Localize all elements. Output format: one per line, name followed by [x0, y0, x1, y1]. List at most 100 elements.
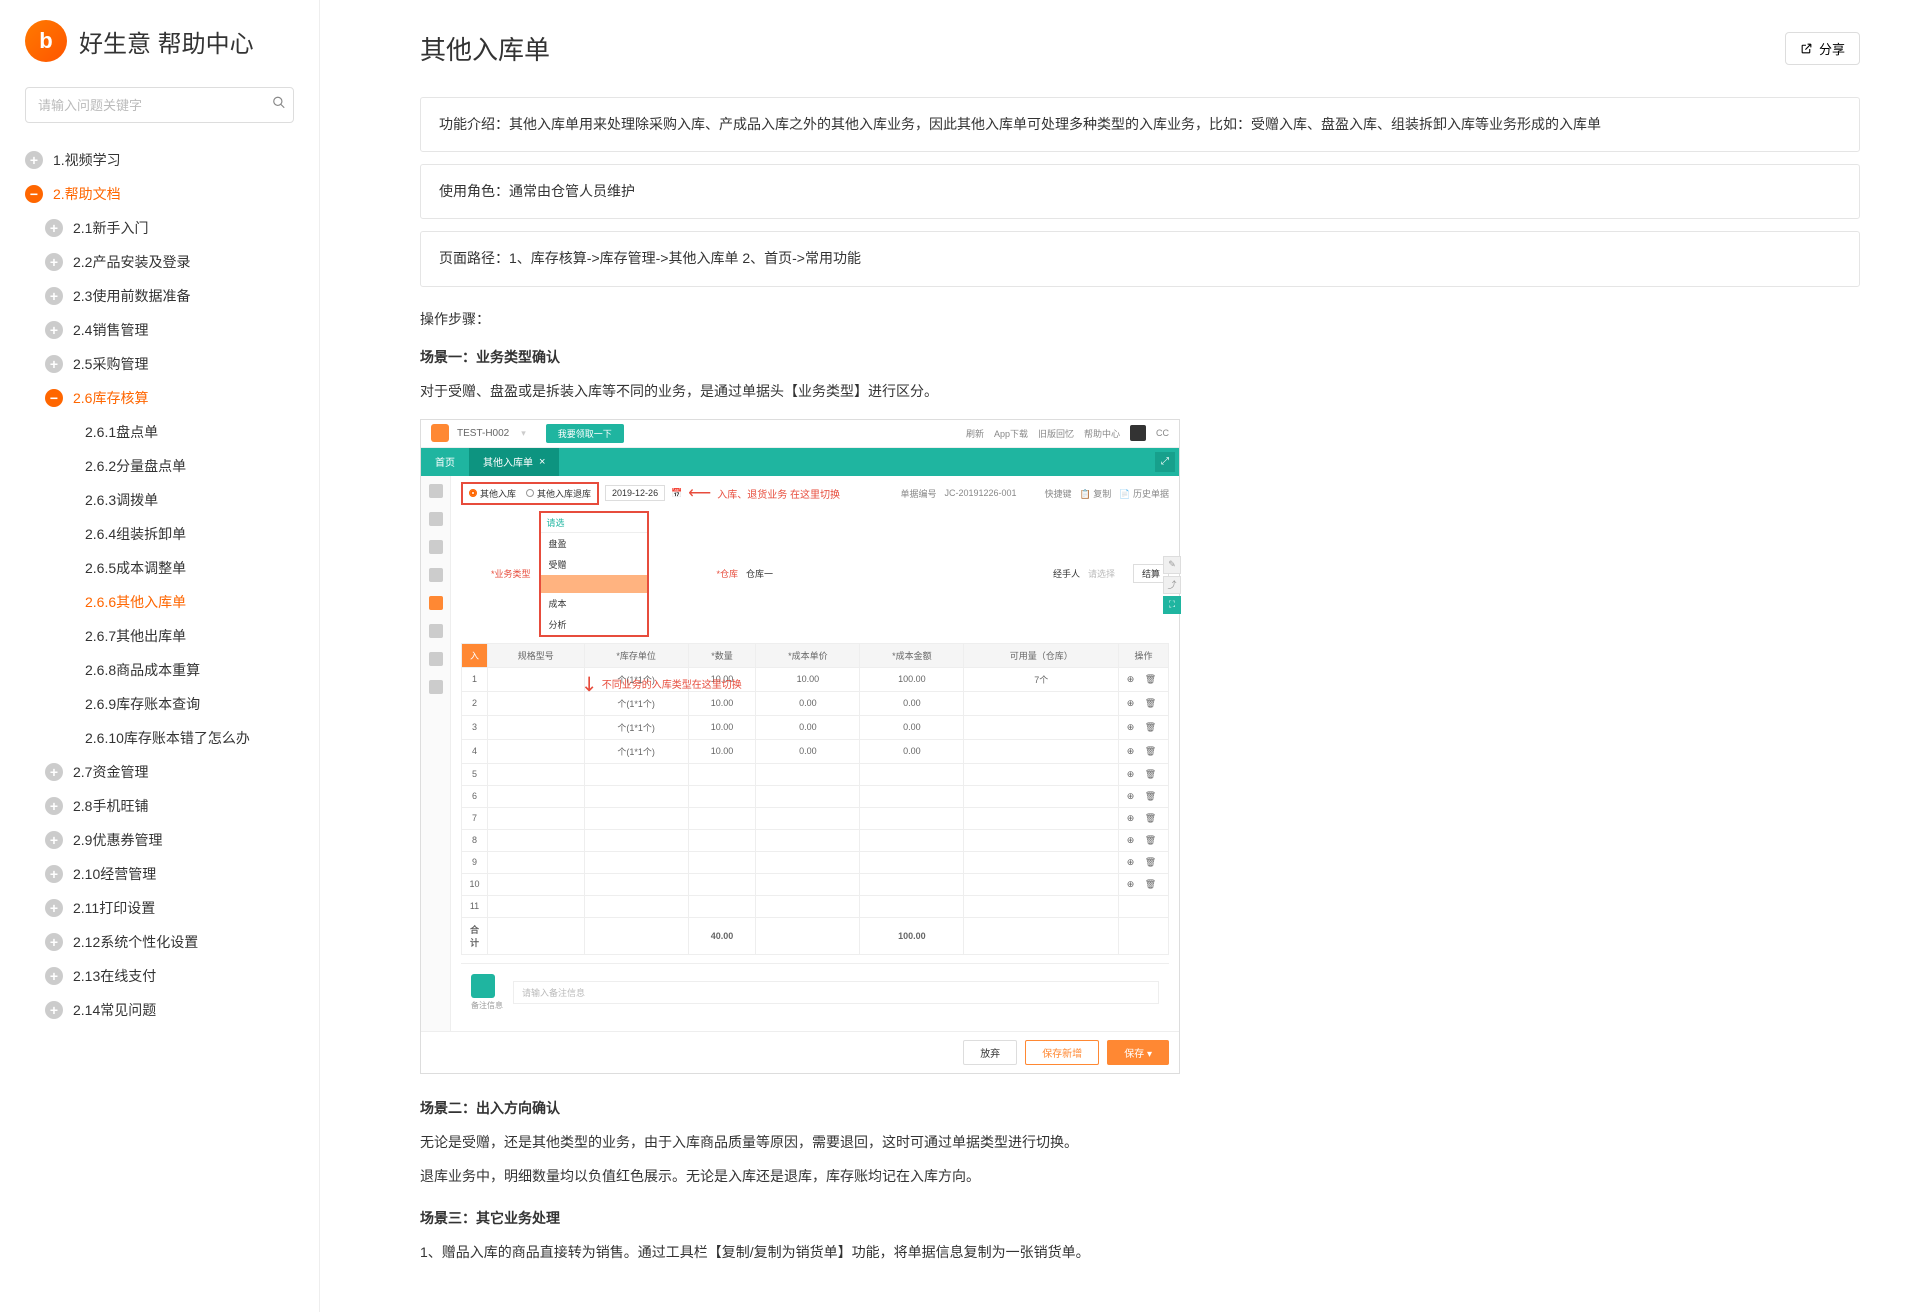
ss-help: 帮助中心 [1084, 427, 1120, 440]
nav-2-11[interactable]: 2.11打印设置 [25, 891, 294, 925]
nav-2-6[interactable]: 2.6库存核算 [25, 381, 294, 415]
ss-nav-icon [429, 512, 443, 526]
ss-nav-icon [429, 540, 443, 554]
ss-nav-icon [429, 568, 443, 582]
side-icon: ⤴ [1163, 576, 1181, 594]
nav-label: 2.10经营管理 [73, 864, 156, 884]
btn-save: 保存 ▾ [1107, 1040, 1169, 1065]
remark-icon-wrap: 备注信息 [471, 974, 503, 1011]
ss-account: TEST-H002 [457, 428, 509, 439]
ss-docno: JC-20191226-001 [944, 488, 1016, 498]
nav-label: 2.帮助文档 [53, 184, 121, 204]
nav-2-6-5[interactable]: 2.6.5成本调整单 [25, 551, 294, 585]
nav-video[interactable]: 1.视频学习 [25, 143, 294, 177]
path-box: 页面路径：1、库存核算->库存管理->其他入库单 2、首页->常用功能 [420, 231, 1860, 286]
nav-2-6-9[interactable]: 2.6.9库存账本查询 [25, 687, 294, 721]
plus-icon [45, 219, 63, 237]
nav-2-6-4[interactable]: 2.6.4组装拆卸单 [25, 517, 294, 551]
nav-label: 2.6.9库存账本查询 [85, 694, 200, 714]
plus-icon [45, 355, 63, 373]
ss-remark: 备注信息 请输入备注信息 [461, 963, 1169, 1021]
table-row: 5⊕ 🗑 [462, 763, 1169, 785]
nav-2-6-7[interactable]: 2.6.7其他出库单 [25, 619, 294, 653]
ss-nav-icon-active [429, 596, 443, 610]
avatar-icon [1130, 425, 1146, 441]
intro-text: 其他入库单用来处理除采购入库、产成品入库之外的其他入库业务，因此其他入库单可处理… [509, 116, 1601, 132]
th-amt: *成本金额 [860, 643, 964, 667]
radio-on-icon [469, 489, 477, 497]
nav-label: 2.14常见问题 [73, 1000, 156, 1020]
nav-2-2[interactable]: 2.2产品安装及登录 [25, 245, 294, 279]
ss-tab-active: 其他入库单× [469, 448, 559, 476]
nav-2-3[interactable]: 2.3使用前数据准备 [25, 279, 294, 313]
page-header: 其他入库单 分享 [420, 30, 1860, 67]
page-title: 其他入库单 [420, 30, 550, 67]
ss-download: App下载 [994, 427, 1028, 440]
table-row: 1个(1*1个)10.0010.00100.007个⊕ 🗑 [462, 667, 1169, 691]
ss-content: 其他入库 其他入库退库 2019-12-26 📅 ⟵ 入库、退货业务 在这里切换… [451, 476, 1179, 1031]
table-row: 6⊕ 🗑 [462, 785, 1169, 807]
ss-oldver: 旧版回忆 [1038, 427, 1074, 440]
ss-radio-group: 其他入库 其他入库退库 [461, 482, 599, 505]
ss-body: 其他入库 其他入库退库 2019-12-26 📅 ⟵ 入库、退货业务 在这里切换… [421, 476, 1179, 1031]
nav-2-6-3[interactable]: 2.6.3调拨单 [25, 483, 294, 517]
th-qty: *数量 [688, 643, 756, 667]
ss-history: 📄 历史单据 [1119, 487, 1169, 500]
row-ops: ⊕ 🗑 [1119, 739, 1169, 763]
nav-label: 2.8手机旺铺 [73, 796, 148, 816]
ss-dropdown-wrap: 请选 盘盈 受赠 成本 分析 [539, 511, 649, 637]
nav-label: 2.12系统个性化设置 [73, 932, 198, 952]
ss-top-right: 刷新 App下载 旧版回忆 帮助中心 CC [966, 425, 1169, 441]
ss-anno2-wrap: ↘ 不同业务的入库类型在这里切换 [581, 671, 742, 696]
search-button[interactable] [272, 96, 286, 115]
ss-nav-icon [429, 624, 443, 638]
logo-icon: b [25, 20, 67, 62]
remark-label: 备注信息 [471, 1000, 503, 1011]
nav-2-6-10[interactable]: 2.6.10库存账本错了怎么办 [25, 721, 294, 755]
nav-2-1[interactable]: 2.1新手入门 [25, 211, 294, 245]
nav-label: 2.11打印设置 [73, 898, 155, 918]
nav-2-5[interactable]: 2.5采购管理 [25, 347, 294, 381]
th-stock: 可用量（仓库） [964, 643, 1119, 667]
scene2-title: 场景二：出入方向确认 [420, 1098, 1860, 1118]
search-input[interactable] [25, 87, 294, 123]
row-ops: ⊕ 🗑 [1119, 873, 1169, 895]
scene1-text: 对于受赠、盘盈或是拆装入库等不同的业务，是通过单据头【业务类型】进行区分。 [420, 377, 1860, 405]
nav-2-9[interactable]: 2.9优惠券管理 [25, 823, 294, 857]
nav-label: 2.6.2分量盘点单 [85, 456, 186, 476]
ss-copy: 📋 复制 [1080, 487, 1112, 500]
role-text: 通常由仓管人员维护 [509, 183, 635, 199]
ss-left-nav [421, 476, 451, 1031]
ss-sup-val: 请选择 [1088, 567, 1115, 580]
nav-2-14[interactable]: 2.14常见问题 [25, 993, 294, 1027]
th-price: *成本单价 [756, 643, 860, 667]
nav-2-7[interactable]: 2.7资金管理 [25, 755, 294, 789]
role-label: 使用角色： [439, 183, 509, 199]
remark-input: 请输入备注信息 [513, 981, 1159, 1004]
ss-cta-button: 我要领取一下 [546, 424, 624, 443]
plus-icon [45, 321, 63, 339]
ss-biz-label: *业务类型 [491, 567, 531, 580]
nav-label: 2.3使用前数据准备 [73, 286, 190, 306]
nav-2-6-8[interactable]: 2.6.8商品成本重算 [25, 653, 294, 687]
nav-label: 2.7资金管理 [73, 762, 148, 782]
nav-docs[interactable]: 2.帮助文档 [25, 177, 294, 211]
nav-label: 2.1新手入门 [73, 218, 148, 238]
ss-user: CC [1156, 428, 1169, 438]
nav-2-4[interactable]: 2.4销售管理 [25, 313, 294, 347]
nav-2-8[interactable]: 2.8手机旺铺 [25, 789, 294, 823]
scene2-text2: 退库业务中，明细数量均以负值红色展示。无论是入库还是退库，库存账均记在入库方向。 [420, 1162, 1860, 1190]
nav-2-6-6[interactable]: 2.6.6其他入库单 [25, 585, 294, 619]
plus-icon [45, 287, 63, 305]
ss-wh-label: *仓库 [717, 567, 739, 580]
nav-2-13[interactable]: 2.13在线支付 [25, 959, 294, 993]
nav-label: 2.6库存核算 [73, 388, 148, 408]
nav-2-6-2[interactable]: 2.6.2分量盘点单 [25, 449, 294, 483]
nav-2-6-1[interactable]: 2.6.1盘点单 [25, 415, 294, 449]
share-button[interactable]: 分享 [1785, 32, 1860, 65]
nav-2-12[interactable]: 2.12系统个性化设置 [25, 925, 294, 959]
side-icon: ✎ [1163, 556, 1181, 574]
table-row: 8⊕ 🗑 [462, 829, 1169, 851]
plus-icon [45, 933, 63, 951]
nav-2-10[interactable]: 2.10经营管理 [25, 857, 294, 891]
